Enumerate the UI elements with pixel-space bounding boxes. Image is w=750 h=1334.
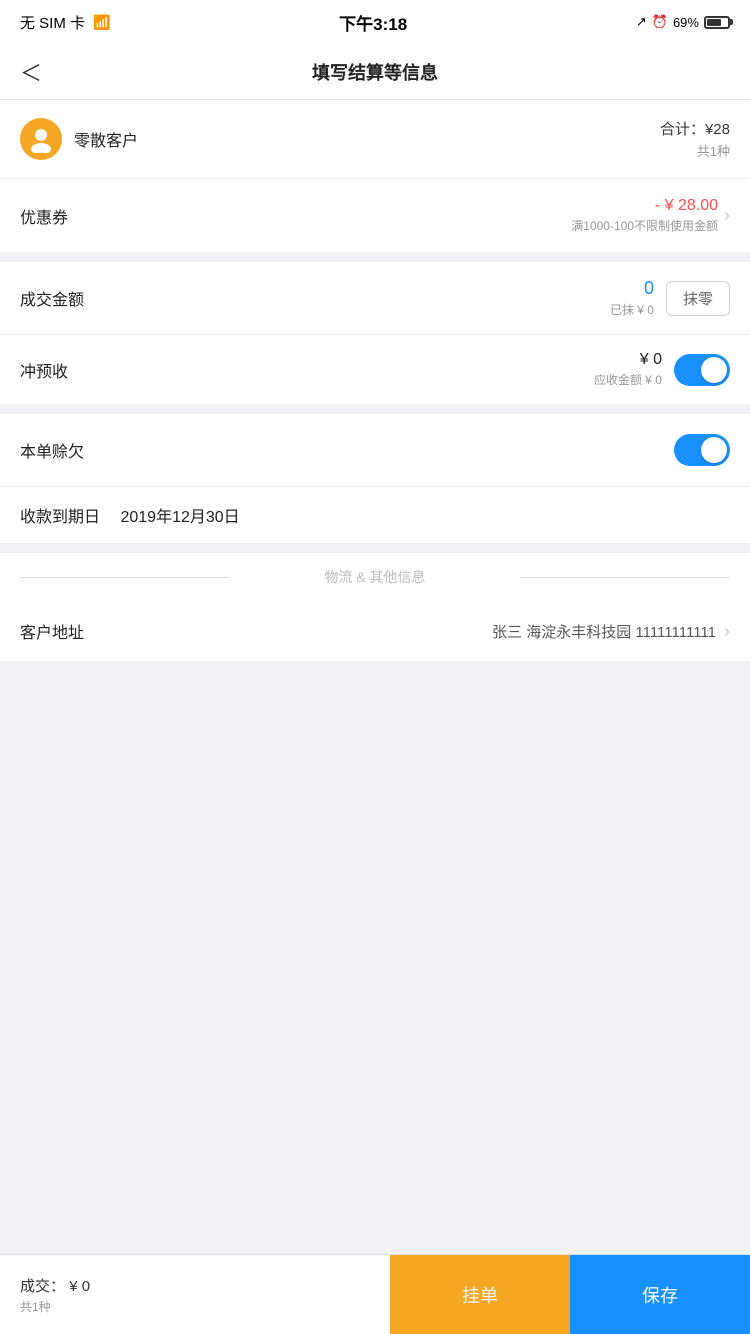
customer-right: 合计：¥28 共1种 — [660, 118, 730, 160]
bottom-count-label: 共1种 — [20, 1298, 370, 1315]
nav-bar: ＜ 填写结算等信息 — [0, 44, 750, 100]
prepay-value-wrap: ¥ 0 应收金额 ¥ 0 — [594, 351, 662, 388]
prepay-row: 冲预收 ¥ 0 应收金额 ¥ 0 — [0, 335, 750, 404]
bottom-deal-text: 成交： ¥ 0 — [20, 1275, 370, 1296]
deal-amount-label: 成交金额 — [20, 286, 84, 310]
amount-input-wrap: 0 已抹 ¥ 0 — [610, 278, 654, 318]
due-date-row: 收款到期日 2019年12月30日 — [0, 486, 750, 543]
address-chevron-icon: › — [724, 621, 730, 642]
credit-label: 本单赊欠 — [20, 438, 84, 462]
battery-fill — [707, 19, 721, 26]
total-count: 共1种 — [660, 141, 730, 160]
customer-avatar — [20, 118, 62, 160]
customer-section: 零散客户 合计：¥28 共1种 优惠券 - ¥ 28.00 满1000-100不… — [0, 100, 750, 252]
coupon-value: - ¥ 28.00 满1000-100不限制使用金额 — [571, 197, 718, 234]
round-zero-button[interactable]: 抹零 — [666, 281, 730, 316]
status-left: 无 SIM 卡 📶 — [20, 12, 110, 33]
hold-button[interactable]: 挂单 — [390, 1255, 570, 1334]
customer-left: 零散客户 — [20, 118, 138, 160]
logistics-label: 物流 & 其他信息 — [324, 569, 425, 585]
deal-amount-right: 0 已抹 ¥ 0 抹零 — [610, 278, 730, 318]
carrier-label: 无 SIM 卡 — [20, 12, 85, 33]
prepay-right-wrap: ¥ 0 应收金额 ¥ 0 — [594, 351, 730, 388]
deal-amount-section: 成交金额 0 已抹 ¥ 0 抹零 冲预收 ¥ 0 应收金额 ¥ 0 — [0, 262, 750, 404]
customer-row: 零散客户 合计：¥28 共1种 — [0, 100, 750, 178]
logistics-header: 物流 & 其他信息 — [0, 553, 750, 601]
bottom-deal-label: 成交： — [20, 1278, 65, 1295]
due-date-value: 2019年12月30日 — [120, 509, 239, 526]
amount-value[interactable]: 0 — [610, 278, 654, 299]
chevron-right-icon: › — [724, 205, 730, 226]
status-bar: 无 SIM 卡 📶 下午3:18 ↗ ⏰ 69% — [0, 0, 750, 44]
avatar-icon — [27, 125, 55, 153]
customer-name: 零散客户 — [74, 127, 138, 151]
prepay-toggle[interactable] — [674, 354, 730, 386]
total-amount: 合计：¥28 — [660, 118, 730, 139]
save-button[interactable]: 保存 — [570, 1255, 750, 1334]
bottom-deal-amount: ¥ 0 — [69, 1278, 90, 1295]
amount-sub: 已抹 ¥ 0 — [610, 301, 654, 318]
battery-icon — [704, 16, 730, 29]
prepay-amount: ¥ 0 — [594, 351, 662, 369]
alarm-icon: ⏰ — [652, 14, 668, 30]
wifi-icon: 📶 — [93, 14, 110, 31]
logistics-section: 物流 & 其他信息 客户地址 张三 海淀永丰科技园 11111111111 › — [0, 553, 750, 661]
status-time: 下午3:18 — [339, 10, 407, 35]
coupon-description: 满1000-100不限制使用金额 — [571, 217, 718, 234]
coupon-row[interactable]: 优惠券 - ¥ 28.00 满1000-100不限制使用金额 › — [0, 178, 750, 252]
bottom-bar: 成交： ¥ 0 共1种 挂单 保存 — [0, 1254, 750, 1334]
credit-section: 本单赊欠 收款到期日 2019年12月30日 — [0, 414, 750, 543]
credit-toggle[interactable] — [674, 434, 730, 466]
address-value: 张三 海淀永丰科技园 11111111111 — [104, 621, 716, 642]
deal-amount-row: 成交金额 0 已抹 ¥ 0 抹零 — [0, 262, 750, 335]
coupon-right: - ¥ 28.00 满1000-100不限制使用金额 › — [571, 197, 730, 234]
content: 零散客户 合计：¥28 共1种 优惠券 - ¥ 28.00 满1000-100不… — [0, 100, 750, 761]
due-date-label: 收款到期日 — [20, 509, 100, 526]
coupon-label: 优惠券 — [20, 204, 68, 228]
back-button[interactable]: ＜ — [20, 56, 42, 88]
battery-percent: 69% — [673, 15, 699, 30]
coupon-discount: - ¥ 28.00 — [571, 197, 718, 215]
credit-row: 本单赊欠 — [0, 414, 750, 486]
prepay-sub: 应收金额 ¥ 0 — [594, 371, 662, 388]
page-title: 填写结算等信息 — [312, 59, 438, 85]
address-row[interactable]: 客户地址 张三 海淀永丰科技园 11111111111 › — [0, 601, 750, 661]
location-icon: ↗ — [636, 14, 647, 30]
prepay-label: 冲预收 — [20, 358, 68, 382]
bottom-summary: 成交： ¥ 0 共1种 — [0, 1275, 390, 1315]
address-label: 客户地址 — [20, 619, 84, 643]
status-right: ↗ ⏰ 69% — [636, 14, 730, 30]
